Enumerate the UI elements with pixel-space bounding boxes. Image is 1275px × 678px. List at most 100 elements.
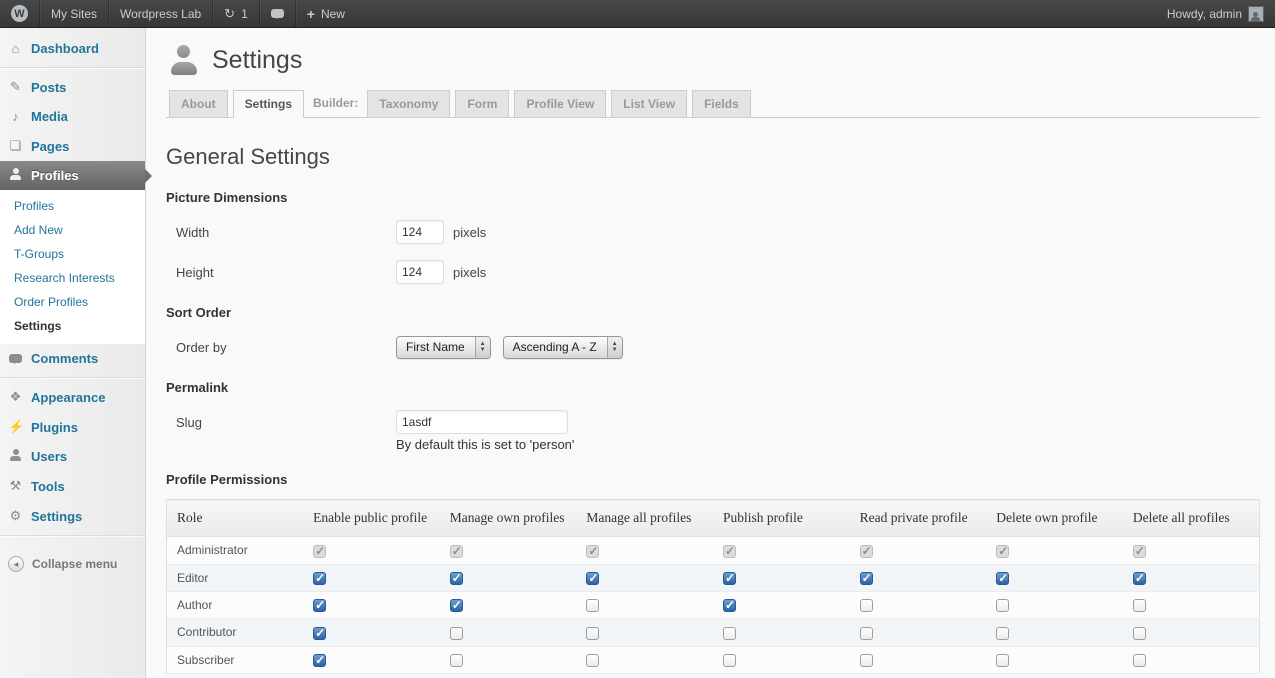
permission-checkbox[interactable] xyxy=(586,626,600,640)
permission-cell xyxy=(1122,618,1260,647)
height-label: Height xyxy=(176,264,214,280)
permission-cell xyxy=(713,536,850,565)
sidebar-item-label: Media xyxy=(31,109,68,124)
order-by-field-value: First Name xyxy=(406,340,465,354)
permission-checkbox[interactable] xyxy=(996,653,1010,667)
submenu-item-profiles[interactable]: Profiles xyxy=(0,194,145,218)
comments-icon xyxy=(8,351,23,366)
permission-checkbox[interactable] xyxy=(1132,653,1146,667)
permission-checkbox[interactable] xyxy=(859,599,873,613)
sidebar-item-settings[interactable]: ⚙ Settings xyxy=(0,501,145,531)
profiles-icon xyxy=(8,168,23,183)
sidebar-item-plugins[interactable]: ⚡ Plugins xyxy=(0,412,145,442)
permission-checkbox[interactable] xyxy=(313,653,327,667)
menu-separator xyxy=(0,535,145,536)
new-content-menu[interactable]: + New xyxy=(296,0,356,27)
menu-separator xyxy=(0,67,145,68)
permission-checkbox[interactable] xyxy=(1132,599,1146,613)
permission-checkbox[interactable] xyxy=(449,571,463,585)
permission-cell xyxy=(576,618,713,647)
sidebar-item-media[interactable]: ♪ Media xyxy=(0,102,145,131)
tab-list-view[interactable]: List View xyxy=(611,90,688,118)
my-sites-menu[interactable]: My Sites xyxy=(40,0,108,27)
permission-checkbox[interactable] xyxy=(996,571,1010,585)
permission-checkbox[interactable] xyxy=(449,626,463,640)
tab-profile-view[interactable]: Profile View xyxy=(514,90,607,118)
permission-cell xyxy=(439,591,577,620)
profile-permissions-heading: Profile Permissions xyxy=(166,472,288,487)
updates-menu[interactable]: ↻ 1 xyxy=(213,0,259,27)
tab-taxonomy[interactable]: Taxonomy xyxy=(367,90,451,118)
permission-checkbox[interactable] xyxy=(449,653,463,667)
permission-checkbox[interactable] xyxy=(1132,626,1146,640)
permission-checkbox[interactable] xyxy=(313,571,327,585)
sidebar-item-label: Profiles xyxy=(31,168,79,183)
sidebar-item-label: Tools xyxy=(31,478,65,494)
builder-group-label: Builder: xyxy=(313,96,359,110)
tab-fields[interactable]: Fields xyxy=(692,90,751,118)
permission-checkbox[interactable] xyxy=(586,571,600,585)
permission-checkbox xyxy=(1132,544,1146,558)
sidebar-item-label: Dashboard xyxy=(31,41,99,56)
permission-checkbox[interactable] xyxy=(586,653,600,667)
permission-checkbox[interactable] xyxy=(723,653,736,667)
person-icon xyxy=(9,449,22,461)
permission-cell xyxy=(713,618,850,647)
submenu-item-order-profiles[interactable]: Order Profiles xyxy=(0,290,145,314)
collapse-menu-button[interactable]: ◂ Collapse menu xyxy=(0,548,145,580)
permission-checkbox[interactable] xyxy=(723,626,736,640)
order-direction-select[interactable]: Ascending A - Z ▲ ▼ xyxy=(502,335,623,359)
submenu-item-add-new[interactable]: Add New xyxy=(0,218,145,242)
sidebar-item-profiles[interactable]: Profiles xyxy=(0,161,152,190)
tab-settings[interactable]: Settings xyxy=(232,90,304,118)
permission-checkbox[interactable] xyxy=(859,626,873,640)
sidebar-item-posts[interactable]: ✎ Posts xyxy=(0,72,145,102)
height-input[interactable] xyxy=(396,260,444,284)
permission-cell xyxy=(303,618,440,647)
avatar xyxy=(1248,5,1264,22)
my-sites-label: My Sites xyxy=(51,6,98,21)
permission-checkbox[interactable] xyxy=(859,571,873,585)
slug-input[interactable] xyxy=(396,410,568,434)
dashboard-icon: ⌂ xyxy=(11,41,20,56)
permission-cell xyxy=(439,618,577,647)
permission-checkbox[interactable] xyxy=(859,653,873,667)
permission-checkbox[interactable] xyxy=(723,598,736,613)
account-menu[interactable]: Howdy, admin xyxy=(1156,0,1275,27)
site-name-menu[interactable]: Wordpress Lab xyxy=(109,0,212,27)
sidebar-item-label: Posts xyxy=(31,79,67,95)
permission-cell xyxy=(849,646,987,674)
permission-checkbox[interactable] xyxy=(996,599,1010,613)
sidebar-item-pages[interactable]: ❏ Pages xyxy=(0,131,145,161)
permission-checkbox[interactable] xyxy=(586,599,600,613)
permission-checkbox[interactable] xyxy=(313,626,327,640)
sidebar-item-comments[interactable]: Comments xyxy=(0,344,145,373)
permissions-header-row: Role Enable public profile Manage own prof… xyxy=(166,499,1260,538)
sidebar-item-label: Comments xyxy=(31,351,99,366)
permission-checkbox[interactable] xyxy=(313,598,327,613)
permission-checkbox[interactable] xyxy=(449,598,463,613)
posts-icon: ✎ xyxy=(10,79,21,94)
permission-checkbox[interactable] xyxy=(996,626,1010,640)
width-row: Width pixels xyxy=(176,219,1260,245)
permission-cell xyxy=(713,564,850,592)
comments-menu[interactable] xyxy=(260,0,295,27)
howdy-label: Howdy, admin xyxy=(1166,6,1242,21)
tab-form[interactable]: Form xyxy=(455,90,510,118)
sidebar-item-appearance[interactable]: ❖ Appearance xyxy=(0,382,145,412)
sidebar-item-tools[interactable]: ⚒ Tools xyxy=(0,471,145,501)
width-input[interactable] xyxy=(396,220,444,244)
order-by-field-select[interactable]: First Name ▲ ▼ xyxy=(396,335,491,359)
appearance-icon: ❖ xyxy=(9,389,22,404)
tab-about[interactable]: About xyxy=(169,90,228,118)
permissions-row: Editor xyxy=(166,564,1260,592)
submenu-item-t-groups[interactable]: T-Groups xyxy=(0,242,145,266)
submenu-item-research-interests[interactable]: Research Interests xyxy=(0,266,145,290)
submenu-item-settings[interactable]: Settings xyxy=(0,314,145,338)
permission-checkbox[interactable] xyxy=(1132,571,1146,585)
sidebar-item-users[interactable]: Users xyxy=(0,442,145,471)
permission-checkbox[interactable] xyxy=(723,571,736,585)
permission-checkbox xyxy=(996,544,1010,558)
wp-logo-menu[interactable]: W xyxy=(0,0,39,27)
sidebar-item-dashboard[interactable]: ⌂ Dashboard xyxy=(0,34,145,63)
